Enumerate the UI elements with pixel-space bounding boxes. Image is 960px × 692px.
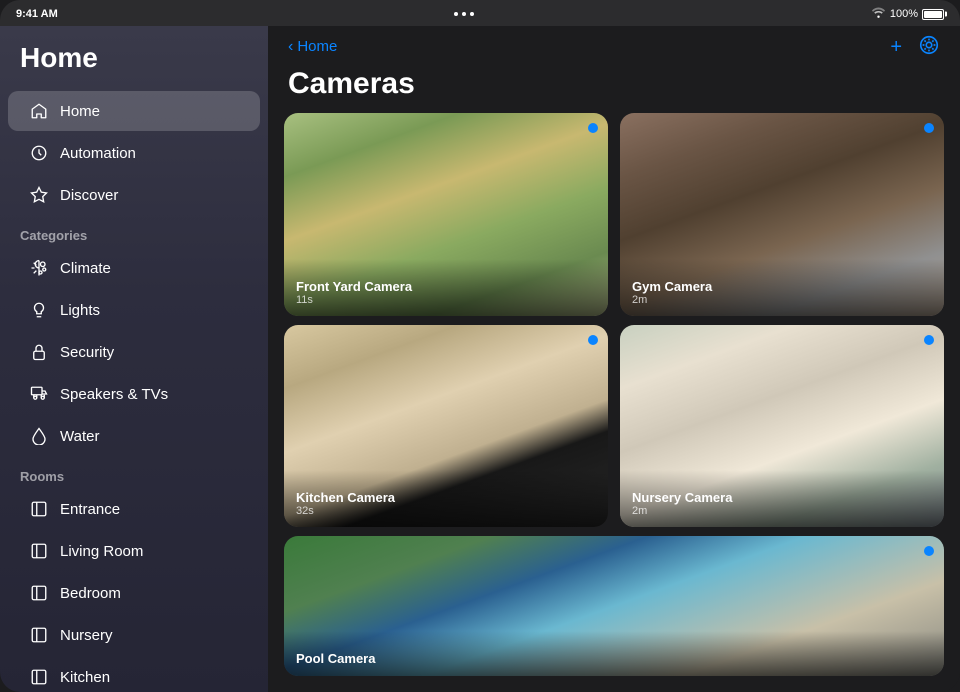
camera-time: 2m [632,294,932,306]
camera-overlay: Gym Camera 2m [620,259,944,316]
camera-live-dot [924,123,934,133]
camera-card-kitchen[interactable]: Kitchen Camera 32s [284,325,608,528]
scene-button[interactable] [918,34,940,59]
battery-percentage: 100% [890,8,918,20]
sidebar-home-label: Home [60,103,100,120]
home-icon [28,100,50,122]
camera-live-dot [588,123,598,133]
sidebar-automation-label: Automation [60,145,136,162]
sidebar-item-nursery[interactable]: Nursery [8,615,260,655]
camera-name: Gym Camera [632,279,932,294]
sidebar-item-automation[interactable]: Automation [8,133,260,173]
camera-overlay: Front Yard Camera 11s [284,259,608,316]
camera-card-front-yard[interactable]: Front Yard Camera 11s [284,113,608,316]
status-dot [462,12,466,16]
camera-name: Pool Camera [296,651,932,666]
security-icon [28,341,50,363]
sidebar-item-speakers-tvs[interactable]: Speakers & TVs [8,374,260,414]
sidebar-living-room-label: Living Room [60,543,143,560]
climate-icon [28,257,50,279]
back-label: Home [297,38,337,55]
content-header: ‹ Home + [268,26,960,63]
sidebar-item-bedroom[interactable]: Bedroom [8,573,260,613]
room-icon [28,624,50,646]
camera-card-pool[interactable]: Pool Camera [284,536,944,676]
sidebar-discover-label: Discover [60,187,118,204]
back-chevron-icon: ‹ [288,38,293,56]
categories-section-label: Categories [0,216,268,247]
status-center [454,12,474,16]
sidebar-climate-label: Climate [60,260,111,277]
sidebar-item-living-room[interactable]: Living Room [8,531,260,571]
sidebar-item-home[interactable]: Home [8,91,260,131]
room-icon [28,540,50,562]
sidebar-title: Home [0,42,268,90]
sidebar-bedroom-label: Bedroom [60,585,121,602]
automation-icon [28,142,50,164]
sidebar-security-label: Security [60,344,114,361]
sidebar-item-kitchen[interactable]: Kitchen [8,657,260,692]
sidebar-item-security[interactable]: Security [8,332,260,372]
sidebar-item-water[interactable]: Water [8,416,260,456]
sidebar-entrance-label: Entrance [60,501,120,518]
status-dot [454,12,458,16]
device-frame: 9:41 AM 100% Home [0,0,960,692]
sidebar-nursery-label: Nursery [60,627,113,644]
sidebar-item-discover[interactable]: Discover [8,175,260,215]
camera-live-dot [588,335,598,345]
camera-overlay: Nursery Camera 2m [620,470,944,527]
camera-name: Nursery Camera [632,490,932,505]
discover-icon [28,184,50,206]
camera-time: 2m [632,505,932,517]
lights-icon [28,299,50,321]
add-button[interactable]: + [890,37,902,57]
room-icon [28,666,50,688]
camera-live-dot [924,546,934,556]
sidebar: Home Home Automation [0,26,268,692]
room-icon [28,498,50,520]
camera-name: Front Yard Camera [296,279,596,294]
battery-icon [922,9,944,20]
camera-card-nursery[interactable]: Nursery Camera 2m [620,325,944,528]
status-right: 100% [871,7,944,21]
sidebar-kitchen-label: Kitchen [60,669,110,686]
room-icon [28,582,50,604]
rooms-section-label: Rooms [0,457,268,488]
sidebar-lights-label: Lights [60,302,100,319]
sidebar-item-entrance[interactable]: Entrance [8,489,260,529]
sidebar-speakers-label: Speakers & TVs [60,386,168,403]
water-icon [28,425,50,447]
status-time: 9:41 AM [16,8,58,20]
status-bar: 9:41 AM 100% [0,0,960,26]
camera-name: Kitchen Camera [296,490,596,505]
sidebar-item-climate[interactable]: Climate [8,248,260,288]
camera-grid: Front Yard Camera 11s Gym Camera 2m [268,113,960,692]
header-actions: + [890,34,940,59]
status-dot [470,12,474,16]
main-layout: Home Home Automation [0,26,960,692]
camera-card-gym[interactable]: Gym Camera 2m [620,113,944,316]
wifi-icon [871,7,886,21]
sidebar-item-lights[interactable]: Lights [8,290,260,330]
sidebar-water-label: Water [60,428,99,445]
camera-overlay: Pool Camera [284,631,944,676]
content-area: ‹ Home + Cameras [268,26,960,692]
camera-live-dot [924,335,934,345]
speakers-icon [28,383,50,405]
camera-overlay: Kitchen Camera 32s [284,470,608,527]
camera-time: 11s [296,294,596,306]
camera-time: 32s [296,505,596,517]
back-button[interactable]: ‹ Home [288,38,337,56]
page-title: Cameras [268,63,960,113]
